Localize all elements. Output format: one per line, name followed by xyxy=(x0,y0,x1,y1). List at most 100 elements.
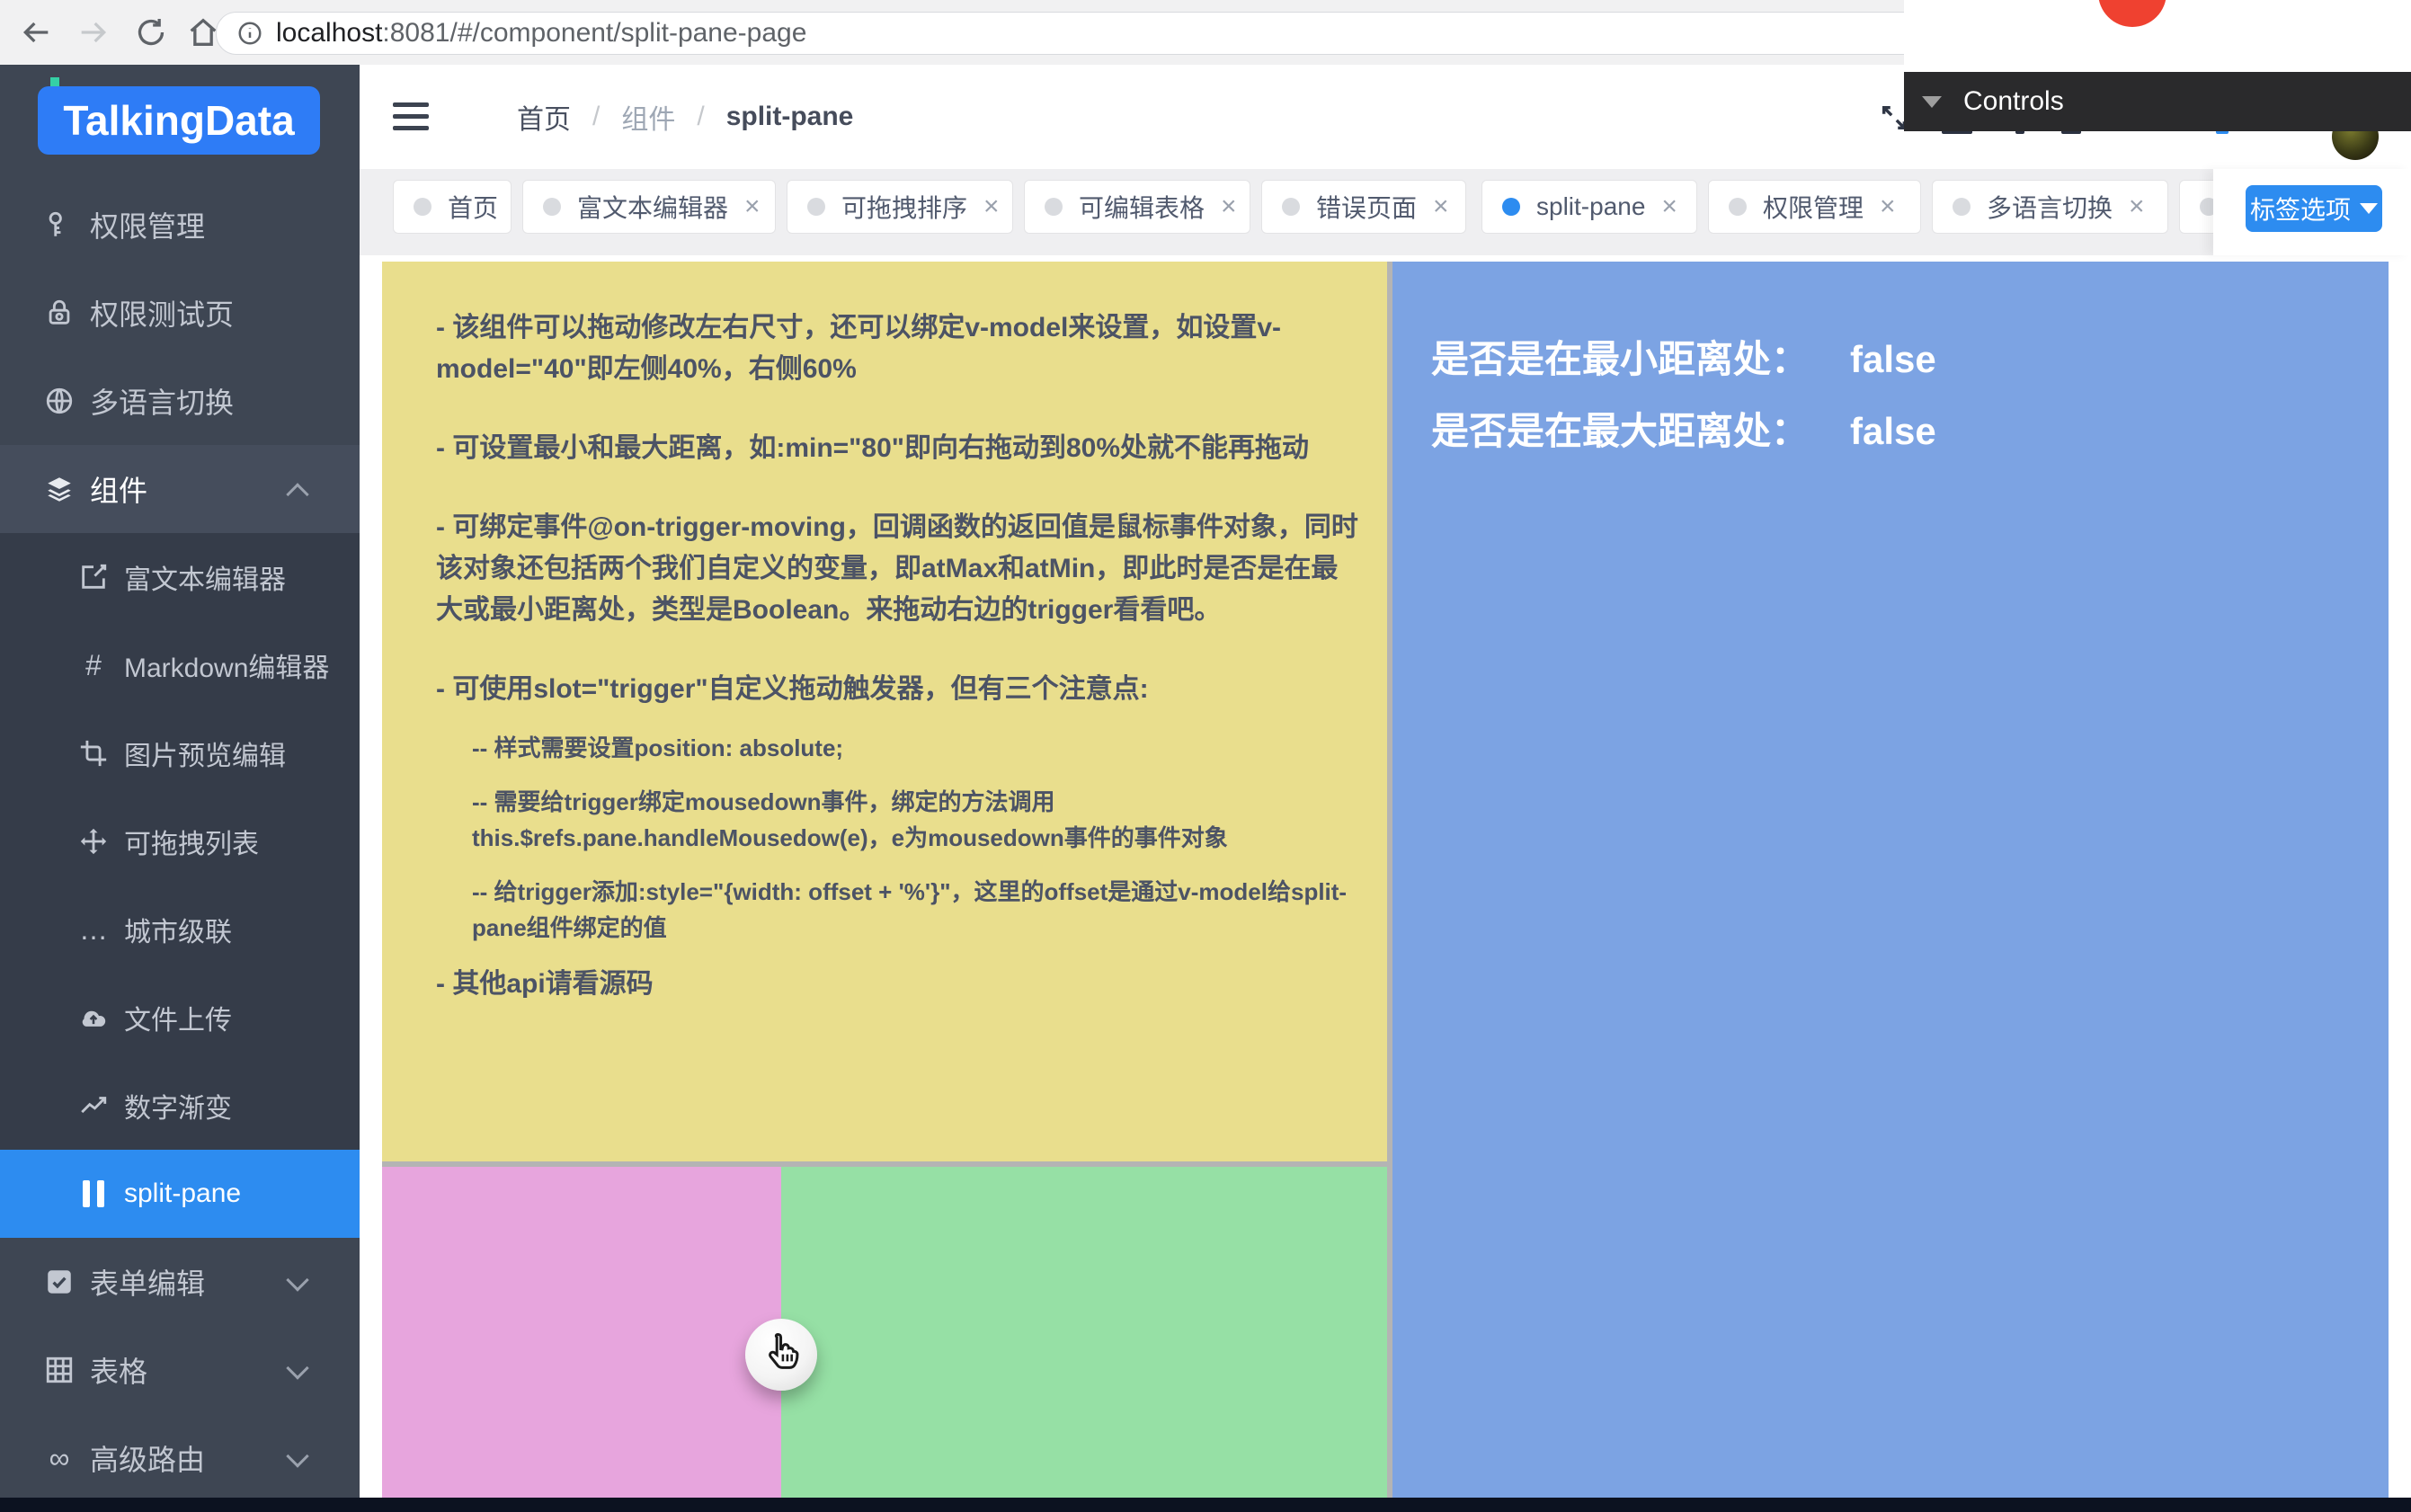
sidebar-item-draggable-list[interactable]: 可拖拽列表 xyxy=(0,797,360,885)
page-tab-error-page[interactable]: 错误页面 × xyxy=(1261,180,1466,234)
tab-dot xyxy=(807,198,825,216)
page-tab-home[interactable]: 首页 xyxy=(393,180,512,234)
note-subitem: -- 给trigger添加:style="{width: offset + '%… xyxy=(472,878,1348,941)
page-tab-split-pane-active[interactable]: split-pane × xyxy=(1481,180,1697,234)
sidebar-item-table[interactable]: 表格 xyxy=(0,1326,360,1414)
sidebar-item-advanced-router[interactable]: ∞ 高级路由 xyxy=(0,1414,360,1502)
note-paragraph: - 可使用slot="trigger"自定义拖动触发器，但有三个注意点: xyxy=(436,674,1149,704)
tab-dot xyxy=(543,198,561,216)
breadcrumb-separator: / xyxy=(697,102,705,131)
close-icon[interactable]: × xyxy=(744,191,761,222)
page-tab-language[interactable]: 多语言切换 × xyxy=(1932,180,2168,234)
sidebar-item-label: 高级路由 xyxy=(90,1444,206,1476)
sidebar-item-label: 图片预览编辑 xyxy=(124,742,286,771)
trending-up-icon xyxy=(77,1090,110,1122)
sidebar: TalkingData 权限管理 权限测试页 多语言切换 组件 富文本编辑器 #… xyxy=(0,65,360,1512)
breadcrumb-separator: / xyxy=(592,102,601,131)
tab-dot xyxy=(1045,198,1063,216)
split-pane-bottom-left xyxy=(382,1167,781,1498)
sidebar-item-markdown-editor[interactable]: # Markdown编辑器 xyxy=(0,621,360,709)
infinity-icon: ∞ xyxy=(49,1442,70,1474)
close-icon[interactable]: × xyxy=(1880,191,1896,222)
sidebar-item-label: 数字渐变 xyxy=(124,1094,232,1124)
close-icon[interactable]: × xyxy=(983,191,1000,222)
chevron-down-icon xyxy=(286,1268,309,1292)
close-icon[interactable]: × xyxy=(1433,191,1449,222)
site-info-icon[interactable] xyxy=(236,20,263,47)
tab-dot xyxy=(1953,198,1971,216)
status-line-max: 是否是在最大距离处： false xyxy=(1431,410,1936,452)
breadcrumb-home[interactable]: 首页 xyxy=(517,97,571,137)
screenshot-root: { "browser": { "url_host": "localhost", … xyxy=(0,0,2411,1512)
back-icon[interactable] xyxy=(18,14,54,50)
sidebar-item-image-preview-edit[interactable]: 图片预览编辑 xyxy=(0,709,360,797)
sidebar-item-split-pane[interactable]: split-pane xyxy=(0,1150,360,1238)
sidebar-item-city-cascade[interactable]: … 城市级联 xyxy=(0,885,360,974)
page-tab-permission[interactable]: 权限管理 × xyxy=(1708,180,1921,234)
note-paragraph: - 其他api请看源码 xyxy=(436,969,654,999)
edit-icon xyxy=(77,561,110,593)
hash-icon: # xyxy=(85,649,102,681)
sidebar-item-label: 城市级联 xyxy=(124,918,232,947)
sidebar-item-permission-test[interactable]: 权限测试页 xyxy=(0,269,360,357)
close-icon[interactable]: × xyxy=(2129,191,2145,222)
caret-down-icon xyxy=(1922,95,1942,108)
hand-cursor-icon xyxy=(761,1329,807,1375)
split-pane-status: 是否是在最小距离处： false 是否是在最大距离处： false xyxy=(1431,324,1936,467)
status-line-min: 是否是在最小距离处： false xyxy=(1431,338,1936,380)
app-logo[interactable]: TalkingData xyxy=(38,86,320,155)
page-tab-rich-text[interactable]: 富文本编辑器 × xyxy=(522,180,776,234)
breadcrumb-section[interactable]: 组件 xyxy=(621,97,675,137)
forward-icon[interactable] xyxy=(76,14,111,50)
chevron-down-icon xyxy=(2360,203,2378,214)
vertical-split-trigger[interactable] xyxy=(1387,262,1392,1498)
table-icon xyxy=(43,1354,76,1386)
sidebar-item-file-upload[interactable]: 文件上传 xyxy=(0,974,360,1062)
tab-options-panel: 标签选项 xyxy=(2213,169,2411,255)
sidebar-item-label: Markdown编辑器 xyxy=(124,654,330,683)
reload-icon[interactable] xyxy=(133,14,169,50)
tab-options-button[interactable]: 标签选项 xyxy=(2246,185,2382,232)
sidebar-item-form-edit[interactable]: 表单编辑 xyxy=(0,1238,360,1326)
sidebar-item-label: 可拖拽列表 xyxy=(124,830,259,859)
sidebar-item-rich-text-editor[interactable]: 富文本编辑器 xyxy=(0,533,360,621)
controls-bar[interactable]: Controls xyxy=(1904,72,2411,131)
chevron-up-icon xyxy=(286,483,309,506)
screen-bottom-strip xyxy=(0,1498,2411,1512)
status-value-max: false xyxy=(1850,410,1936,452)
logo-accent-dot xyxy=(50,77,59,86)
checkbox-icon xyxy=(43,1266,76,1298)
sidebar-item-permission-management[interactable]: 权限管理 xyxy=(0,181,360,269)
move-icon xyxy=(77,825,110,858)
pause-icon xyxy=(77,1178,110,1210)
sidebar-item-number-transition[interactable]: 数字渐变 xyxy=(0,1062,360,1150)
cloud-upload-icon xyxy=(77,1001,110,1034)
close-icon[interactable]: × xyxy=(1661,191,1677,222)
key-icon xyxy=(43,209,76,241)
breadcrumb: 首页 / 组件 / split-pane xyxy=(517,65,853,169)
sidebar-item-label: 权限测试页 xyxy=(90,298,235,331)
url-host: localhost xyxy=(276,18,383,48)
split-pane-notes: - 该组件可以拖动修改左右尺寸，还可以绑定v-model来设置，如设置v-mod… xyxy=(436,307,1362,1043)
tab-dot xyxy=(414,198,431,216)
note-paragraph: - 可设置最小和最大距离，如:min="80"即向右拖动到80%处就不能再拖动 xyxy=(436,433,1310,463)
sidebar-item-label: 表单编辑 xyxy=(90,1267,206,1300)
controls-title: Controls xyxy=(1963,86,2064,116)
sidebar-item-label: 表格 xyxy=(90,1356,148,1388)
hamburger-menu-icon[interactable] xyxy=(393,102,429,138)
globe-icon xyxy=(43,385,76,417)
note-paragraph: - 该组件可以拖动修改左右尺寸，还可以绑定v-model来设置，如设置v-mod… xyxy=(436,313,1282,384)
page-tab-strip: 首页 富文本编辑器 × 可拖拽排序 × 可编辑表格 × 错误页面 × split… xyxy=(360,169,2411,255)
sidebar-item-label: 文件上传 xyxy=(124,1006,232,1036)
sidebar-item-label: 富文本编辑器 xyxy=(124,565,286,595)
tab-dot xyxy=(1282,198,1300,216)
page-tab-drag-sort[interactable]: 可拖拽排序 × xyxy=(787,180,1013,234)
url-text: localhost:8081/#/component/split-pane-pa… xyxy=(276,18,806,49)
sidebar-item-label: split-pane xyxy=(124,1178,242,1208)
crop-icon xyxy=(77,737,110,769)
sidebar-item-components[interactable]: 组件 xyxy=(0,445,360,533)
sidebar-item-label: 组件 xyxy=(90,475,148,507)
sidebar-item-language-switch[interactable]: 多语言切换 xyxy=(0,357,360,445)
page-tab-editable-table[interactable]: 可编辑表格 × xyxy=(1024,180,1250,234)
close-icon[interactable]: × xyxy=(1221,191,1237,222)
